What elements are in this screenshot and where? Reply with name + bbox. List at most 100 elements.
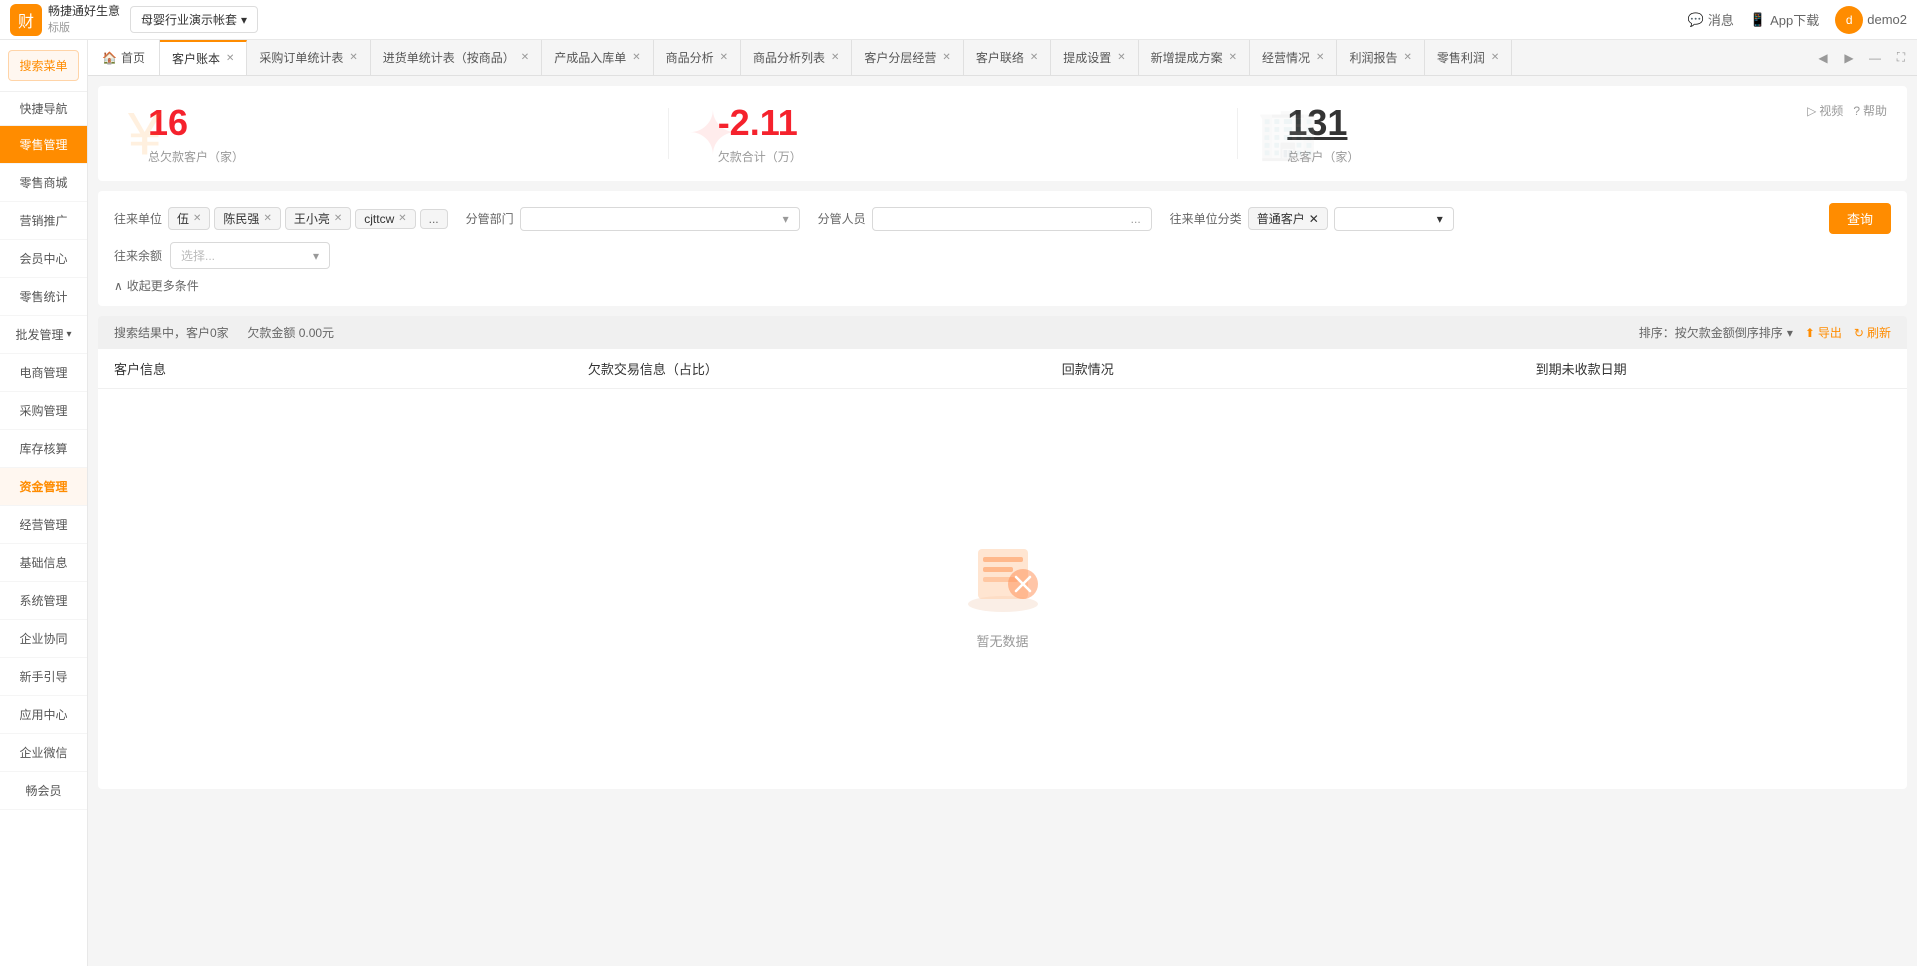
sidebar-item-wholesale[interactable]: 批发管理 ▾ xyxy=(0,316,87,354)
classify-filter: 往来单位分类 普通客户 ✕ ▾ xyxy=(1170,207,1454,231)
query-button[interactable]: 查询 xyxy=(1829,203,1891,234)
tab-minimize-btn[interactable]: — xyxy=(1863,46,1887,70)
export-btn[interactable]: ⬆ 导出 xyxy=(1805,324,1842,341)
sidebar-item-app-center[interactable]: 应用中心 xyxy=(0,696,87,734)
sidebar-item-operations[interactable]: 经营管理 xyxy=(0,506,87,544)
tab-commission-settings[interactable]: 提成设置 ✕ xyxy=(1051,40,1138,75)
sidebar-item-enterprise[interactable]: 企业协同 xyxy=(0,620,87,658)
sidebar-item-member[interactable]: 会员中心 xyxy=(0,240,87,278)
tab-new-commission[interactable]: 新增提成方案 ✕ xyxy=(1139,40,1250,75)
table-header: 客户信息 欠款交易信息（占比） 回款情况 到期未收款日期 xyxy=(98,349,1907,389)
unit-more-btn[interactable]: ... xyxy=(420,209,448,229)
tab-operations[interactable]: 经营情况 ✕ xyxy=(1250,40,1337,75)
message-btn[interactable]: 💬 消息 xyxy=(1688,10,1734,29)
table-body: 暂无数据 xyxy=(98,389,1907,789)
tab-purchase-order[interactable]: 采购订单统计表 ✕ xyxy=(247,40,370,75)
filter-area: 往来单位 伍 ✕ 陈民强 ✕ 王小亮 xyxy=(98,191,1907,306)
close-icon-tab2[interactable]: ✕ xyxy=(521,52,529,63)
sidebar: 搜索菜单 快捷导航 零售管理 零售商城 营销推广 会员中心 零售统计 批发管理 … xyxy=(0,40,88,966)
top-bar: 财 畅捷通好生意 标版 母婴行业演示帐套 ▾ 💬 消息 📱 App下载 d de… xyxy=(0,0,1917,40)
tab-customer-contact[interactable]: 客户联络 ✕ xyxy=(964,40,1051,75)
tab-next-btn[interactable]: ▶ xyxy=(1837,46,1861,70)
quick-nav-btn[interactable]: 快捷导航 xyxy=(0,92,87,126)
close-icon-tab9[interactable]: ✕ xyxy=(1229,52,1237,63)
search-menu-btn[interactable]: 搜索菜单 xyxy=(8,50,79,81)
close-icon-tab6[interactable]: ✕ xyxy=(942,52,950,63)
dept-select[interactable]: ▾ xyxy=(520,207,800,231)
user-avatar[interactable]: d demo2 xyxy=(1835,6,1907,34)
collapse-btn[interactable]: ∧ 收起更多条件 xyxy=(114,277,1891,294)
sidebar-item-finance[interactable]: 资金管理 xyxy=(0,468,87,506)
person-select[interactable]: ... xyxy=(872,207,1152,231)
close-icon-tab8[interactable]: ✕ xyxy=(1117,52,1125,63)
tab-customer-ledger[interactable]: 客户账本 ✕ xyxy=(160,40,247,75)
col-header-customer: 客户信息 xyxy=(114,359,588,378)
sidebar-item-vip[interactable]: 畅会员 xyxy=(0,772,87,810)
sidebar-item-retail-mgmt[interactable]: 零售管理 xyxy=(0,126,87,164)
close-icon-tab10[interactable]: ✕ xyxy=(1316,52,1324,63)
person-dots[interactable]: ... xyxy=(1131,212,1141,226)
sidebar-item-label-purchase: 采购管理 xyxy=(4,402,83,419)
stats-row: ¥ 16 总欠款客户（家） ✦ -2.11 欠款合计（万） 🏢 131 总客户（… xyxy=(98,86,1907,181)
main-layout: 搜索菜单 快捷导航 零售管理 零售商城 营销推广 会员中心 零售统计 批发管理 … xyxy=(0,40,1917,966)
stat-icon-building: 🏢 xyxy=(1257,104,1319,163)
unit-tag-1-close[interactable]: ✕ xyxy=(263,213,271,224)
video-help-btn[interactable]: ▷ 视频 xyxy=(1807,102,1843,119)
sidebar-item-ecommerce[interactable]: 电商管理 xyxy=(0,354,87,392)
sidebar-item-basic-info[interactable]: 基础信息 xyxy=(0,544,87,582)
sort-select[interactable]: 排序：按欠款金额倒序排序 ▾ xyxy=(1639,324,1793,341)
sidebar-item-label-wechat: 企业微信 xyxy=(4,744,83,761)
sidebar-item-inventory[interactable]: 库存核算 xyxy=(0,430,87,468)
tab-inbound-stats[interactable]: 进货单统计表（按商品） ✕ xyxy=(371,40,542,75)
tab-product-list[interactable]: 商品分析列表 ✕ xyxy=(741,40,852,75)
tab-home[interactable]: 🏠 首页 xyxy=(88,40,160,75)
close-icon-tab3[interactable]: ✕ xyxy=(632,52,640,63)
classify-tag-close[interactable]: ✕ xyxy=(1309,212,1319,226)
help-btn[interactable]: ? 帮助 xyxy=(1853,102,1887,119)
unit-tag-3-close[interactable]: ✕ xyxy=(398,213,406,224)
close-icon-tab7[interactable]: ✕ xyxy=(1030,52,1038,63)
close-icon-tab11[interactable]: ✕ xyxy=(1403,52,1411,63)
avatar: d xyxy=(1835,6,1863,34)
balance-select[interactable]: 选择... ▾ xyxy=(170,242,330,269)
tab-customer-tier-label: 客户分层经营 xyxy=(864,49,936,66)
tab-finished-inbound[interactable]: 产成品入库单 ✕ xyxy=(542,40,653,75)
content-area: 🏠 首页 客户账本 ✕ 采购订单统计表 ✕ 进货单统计表（按商品） ✕ 产成品入… xyxy=(88,40,1917,966)
unit-tag-2-close[interactable]: ✕ xyxy=(334,213,342,224)
sidebar-item-system[interactable]: 系统管理 xyxy=(0,582,87,620)
close-icon-tab4[interactable]: ✕ xyxy=(720,52,728,63)
chevron-down-dept: ▾ xyxy=(783,212,789,226)
tab-retail-profit[interactable]: 零售利润 ✕ xyxy=(1425,40,1512,75)
close-icon-tab0[interactable]: ✕ xyxy=(226,53,234,64)
tab-profit-report[interactable]: 利润报告 ✕ xyxy=(1337,40,1424,75)
sidebar-item-marketing[interactable]: 营销推广 xyxy=(0,202,87,240)
classify-label: 往来单位分类 xyxy=(1170,210,1242,227)
unit-tags: 伍 ✕ 陈民强 ✕ 王小亮 ✕ xyxy=(168,207,448,230)
refresh-btn[interactable]: ↻ 刷新 xyxy=(1854,324,1891,341)
results-bar: 搜索结果中，客户0家 欠款金额 0.00元 排序：按欠款金额倒序排序 ▾ ⬆ 导… xyxy=(98,316,1907,349)
app-download-btn[interactable]: 📱 App下载 xyxy=(1750,10,1819,29)
stat-icon-money: ¥ xyxy=(128,99,161,168)
sidebar-item-label-basic: 基础信息 xyxy=(4,554,83,571)
sidebar-item-guide[interactable]: 新手引导 xyxy=(0,658,87,696)
logo-text: 畅捷通好生意 xyxy=(48,4,120,18)
logo-sub: 标版 xyxy=(48,19,120,35)
sidebar-item-label-retail: 零售管理 xyxy=(4,136,83,153)
close-icon-tab1[interactable]: ✕ xyxy=(349,52,357,63)
tab-retail-profit-label: 零售利润 xyxy=(1437,49,1485,66)
unit-tag-0-close[interactable]: ✕ xyxy=(193,213,201,224)
classify-select[interactable]: ▾ xyxy=(1334,207,1454,231)
close-icon-tab5[interactable]: ✕ xyxy=(831,52,839,63)
sidebar-item-retail-stats[interactable]: 零售统计 xyxy=(0,278,87,316)
close-icon-tab12[interactable]: ✕ xyxy=(1491,52,1499,63)
account-selector[interactable]: 母婴行业演示帐套 ▾ xyxy=(130,6,258,33)
sidebar-item-retail-mall[interactable]: 零售商城 xyxy=(0,164,87,202)
results-separator xyxy=(235,326,242,340)
tab-customer-tier[interactable]: 客户分层经营 ✕ xyxy=(852,40,963,75)
tab-maximize-btn[interactable]: ⛶ xyxy=(1889,46,1913,70)
tab-prev-btn[interactable]: ◀ xyxy=(1811,46,1835,70)
unit-tag-2-label: 王小亮 xyxy=(294,210,330,227)
tab-product-analysis[interactable]: 商品分析 ✕ xyxy=(654,40,741,75)
sidebar-item-purchase[interactable]: 采购管理 xyxy=(0,392,87,430)
sidebar-item-wechat[interactable]: 企业微信 xyxy=(0,734,87,772)
